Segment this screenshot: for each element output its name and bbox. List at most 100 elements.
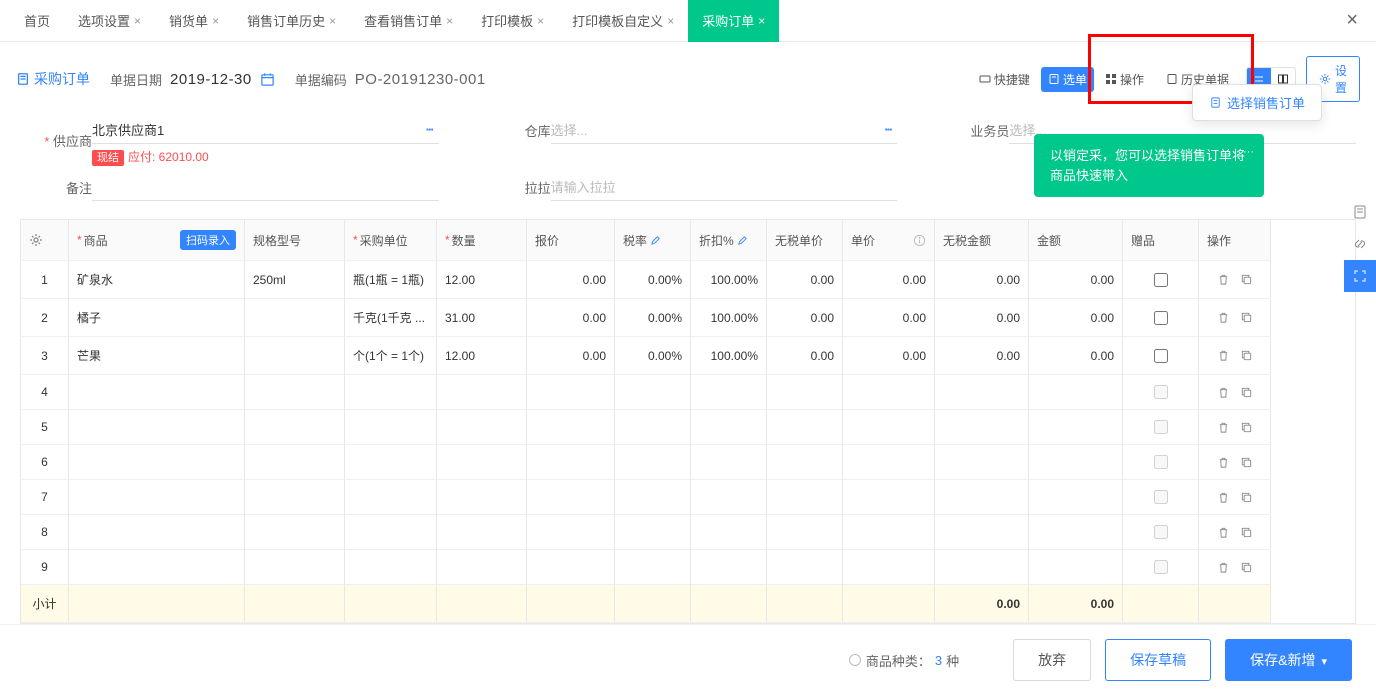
cell-gift[interactable]: [1123, 445, 1199, 480]
cell-unit[interactable]: [345, 445, 437, 480]
table-row[interactable]: 1矿泉水250ml瓶(1瓶 = 1瓶)12.000.000.00%100.00%…: [21, 261, 1355, 299]
copy-icon[interactable]: [1240, 273, 1253, 286]
tab-sales[interactable]: 销货单×: [155, 0, 233, 42]
table-row[interactable]: 3芒果个(1个 = 1个)12.000.000.00%100.00%0.000.…: [21, 337, 1355, 375]
gift-checkbox[interactable]: [1154, 273, 1168, 287]
delete-icon[interactable]: [1217, 311, 1230, 324]
cell-discount[interactable]: [691, 515, 767, 550]
cell-notax-price[interactable]: [767, 375, 843, 410]
close-icon[interactable]: ×: [134, 14, 141, 28]
cell-product[interactable]: 矿泉水: [69, 261, 245, 299]
cell-spec[interactable]: [245, 375, 345, 410]
table-row[interactable]: 8: [21, 515, 1355, 550]
close-icon[interactable]: ×: [758, 14, 765, 28]
table-row[interactable]: 5: [21, 410, 1355, 445]
select-sales-order-popover[interactable]: 选择销售订单: [1192, 84, 1322, 121]
tab-history[interactable]: 销售订单历史×: [233, 0, 350, 42]
cell-notax-amount[interactable]: 0.00: [935, 299, 1029, 337]
shortcut-button[interactable]: 快捷键: [972, 67, 1037, 92]
close-icon[interactable]: ×: [212, 14, 219, 28]
row-number[interactable]: 2: [21, 299, 69, 337]
close-icon[interactable]: ×: [329, 14, 336, 28]
copy-icon[interactable]: [1240, 349, 1253, 362]
cell-qty[interactable]: 12.00: [437, 261, 527, 299]
delete-icon[interactable]: [1217, 386, 1230, 399]
cell-tax[interactable]: [615, 515, 691, 550]
cell-unit[interactable]: 瓶(1瓶 = 1瓶): [345, 261, 437, 299]
cell-unit[interactable]: [345, 480, 437, 515]
cell-gift[interactable]: [1123, 299, 1199, 337]
cell-notax-price[interactable]: 0.00: [767, 261, 843, 299]
cell-unit-price[interactable]: 0.00: [843, 299, 935, 337]
close-all-icon[interactable]: ×: [1338, 9, 1366, 32]
row-number[interactable]: 4: [21, 375, 69, 410]
copy-icon[interactable]: [1240, 491, 1253, 504]
scan-badge[interactable]: 扫码录入: [180, 230, 236, 250]
save-new-button[interactable]: 保存&新增▾: [1225, 639, 1352, 681]
cell-product[interactable]: [69, 445, 245, 480]
delete-icon[interactable]: [1217, 421, 1230, 434]
delete-icon[interactable]: [1217, 526, 1230, 539]
cell-gift[interactable]: [1123, 515, 1199, 550]
cell-discount[interactable]: 100.00%: [691, 299, 767, 337]
copy-icon[interactable]: [1240, 311, 1253, 324]
ellipsis-icon[interactable]: ···: [420, 122, 439, 137]
cell-spec[interactable]: [245, 299, 345, 337]
select-order-button[interactable]: 选单: [1041, 67, 1094, 92]
cell-amount[interactable]: [1029, 375, 1123, 410]
cell-price[interactable]: [527, 445, 615, 480]
cell-price[interactable]: 0.00: [527, 261, 615, 299]
cell-unit[interactable]: 千克(1千克 ...: [345, 299, 437, 337]
cell-spec[interactable]: [245, 445, 345, 480]
cell-qty[interactable]: [437, 515, 527, 550]
cell-product[interactable]: [69, 550, 245, 585]
tab-home[interactable]: 首页: [10, 0, 64, 42]
cell-qty[interactable]: [437, 480, 527, 515]
copy-icon[interactable]: [1240, 456, 1253, 469]
cell-qty[interactable]: [437, 375, 527, 410]
cell-price[interactable]: [527, 515, 615, 550]
cell-discount[interactable]: 100.00%: [691, 261, 767, 299]
gift-checkbox[interactable]: [1154, 311, 1168, 325]
info-icon[interactable]: [913, 234, 926, 247]
gift-checkbox[interactable]: [1154, 349, 1168, 363]
cell-product[interactable]: [69, 480, 245, 515]
cell-unit-price[interactable]: [843, 445, 935, 480]
cell-discount[interactable]: [691, 445, 767, 480]
cell-price[interactable]: [527, 375, 615, 410]
cell-amount[interactable]: [1029, 445, 1123, 480]
cell-discount[interactable]: 100.00%: [691, 337, 767, 375]
cell-notax-amount[interactable]: [935, 410, 1029, 445]
gift-checkbox[interactable]: [1154, 385, 1168, 399]
cell-gift[interactable]: [1123, 375, 1199, 410]
cell-unit-price[interactable]: [843, 515, 935, 550]
cell-discount[interactable]: [691, 480, 767, 515]
ellipsis-icon[interactable]: ···: [878, 122, 897, 137]
cell-spec[interactable]: [245, 515, 345, 550]
cell-price[interactable]: 0.00: [527, 299, 615, 337]
cell-amount[interactable]: 0.00: [1029, 299, 1123, 337]
gift-checkbox[interactable]: [1154, 455, 1168, 469]
cell-notax-amount[interactable]: 0.00: [935, 337, 1029, 375]
cell-gift[interactable]: [1123, 261, 1199, 299]
close-icon[interactable]: ×: [446, 14, 453, 28]
cell-amount[interactable]: 0.00: [1029, 261, 1123, 299]
cell-unit-price[interactable]: [843, 410, 935, 445]
delete-icon[interactable]: [1217, 491, 1230, 504]
copy-icon[interactable]: [1240, 526, 1253, 539]
side-link-button[interactable]: [1344, 228, 1376, 260]
cell-product[interactable]: 芒果: [69, 337, 245, 375]
cell-gift[interactable]: [1123, 337, 1199, 375]
close-icon[interactable]: ×: [537, 14, 544, 28]
edit-icon[interactable]: [650, 235, 661, 246]
cell-tax[interactable]: [615, 410, 691, 445]
cell-notax-amount[interactable]: 0.00: [935, 261, 1029, 299]
cell-notax-price[interactable]: 0.00: [767, 299, 843, 337]
cell-notax-amount[interactable]: [935, 375, 1029, 410]
cell-amount[interactable]: [1029, 480, 1123, 515]
more-icon[interactable]: ···: [1243, 144, 1254, 161]
cell-amount[interactable]: [1029, 515, 1123, 550]
delete-icon[interactable]: [1217, 349, 1230, 362]
copy-icon[interactable]: [1240, 386, 1253, 399]
cell-discount[interactable]: [691, 375, 767, 410]
